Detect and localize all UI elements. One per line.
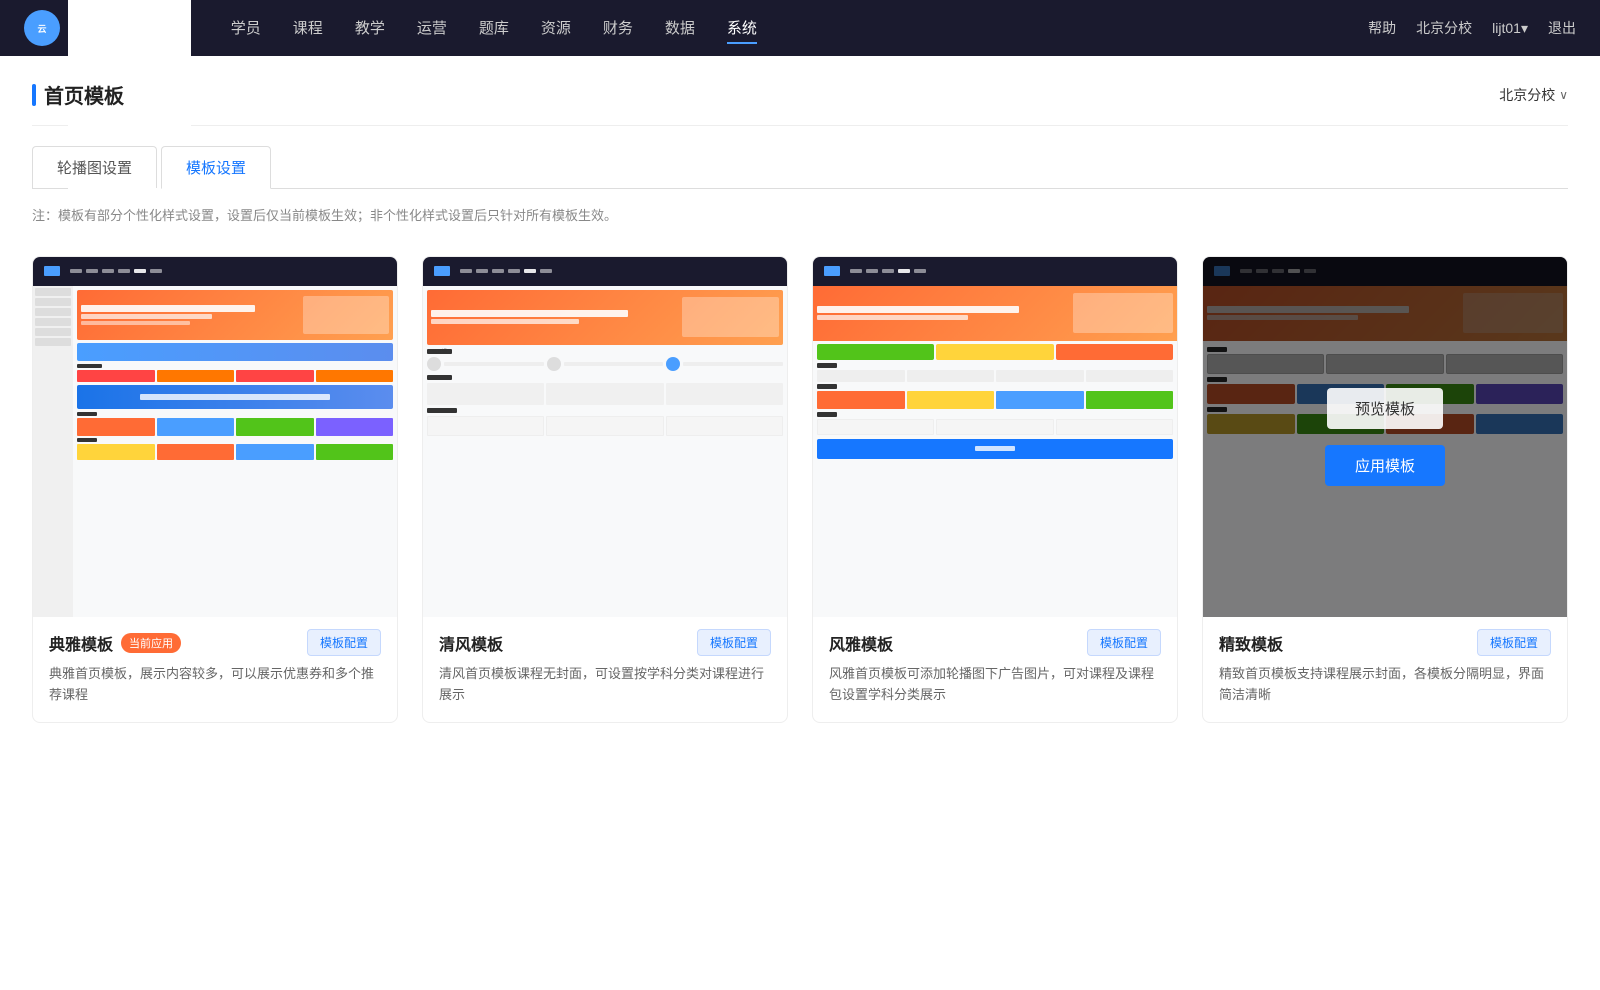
chevron-down-icon: ∨ bbox=[1559, 88, 1568, 102]
mock-nav bbox=[70, 269, 162, 273]
tab-carousel[interactable]: 轮播图设置 bbox=[32, 146, 157, 188]
mock-nav-3 bbox=[850, 269, 926, 273]
config-button-jingzhi[interactable]: 模板配置 bbox=[1477, 629, 1551, 656]
menu-student[interactable]: 学员 bbox=[231, 13, 261, 44]
template-card-jingzhi: 预览模板 应用模板 精致模板 模板配置 精致首页模板支持课程展示封面，各模板分隔… bbox=[1202, 256, 1568, 723]
card-footer-jingzhi: 精致模板 模板配置 精致首页模板支持课程展示封面，各模板分隔明显，界面简洁清晰 bbox=[1203, 617, 1567, 722]
card-desc-dianyu: 典雅首页模板，展示内容较多，可以展示优惠券和多个推荐课程 bbox=[49, 664, 381, 706]
menu-data[interactable]: 数据 bbox=[665, 13, 695, 44]
template-card-dianyu: 典雅模板 当前应用 模板配置 典雅首页模板，展示内容较多，可以展示优惠券和多个推… bbox=[32, 256, 398, 723]
tab-template[interactable]: 模板设置 bbox=[161, 146, 271, 189]
config-button-dianyu[interactable]: 模板配置 bbox=[307, 629, 381, 656]
logo-icon: 云 bbox=[24, 10, 60, 46]
branch-label: 北京分校 bbox=[1499, 85, 1555, 105]
menu-resource[interactable]: 资源 bbox=[541, 13, 571, 44]
preview-button[interactable]: 预览模板 bbox=[1327, 388, 1443, 429]
svg-text:云: 云 bbox=[37, 24, 46, 34]
branch-name[interactable]: 北京分校 bbox=[1416, 18, 1472, 38]
current-badge: 当前应用 bbox=[121, 633, 181, 653]
user-name[interactable]: lijt01▾ bbox=[1492, 20, 1528, 37]
card-footer-qingfeng: 清风模板 模板配置 清风首页模板课程无封面，可设置按学科分类对课程进行展示 bbox=[423, 617, 787, 722]
template-preview-fengya[interactable] bbox=[813, 257, 1177, 617]
template-preview-qingfeng[interactable]: 公开课 bbox=[423, 257, 787, 617]
template-preview-jingzhi[interactable]: 预览模板 应用模板 bbox=[1203, 257, 1567, 617]
note-text: 注：模板有部分个性化样式设置，设置后仅当前模板生效；非个性化样式设置后只针对所有… bbox=[32, 189, 1568, 240]
card-title-row: 典雅模板 当前应用 模板配置 bbox=[49, 629, 381, 656]
title-bar-accent bbox=[32, 84, 36, 106]
menu-operation[interactable]: 运营 bbox=[417, 13, 447, 44]
card-footer-fengya: 风雅模板 模板配置 风雅首页模板可添加轮播图下广告图片，可对课程及课程包设置学科… bbox=[813, 617, 1177, 722]
template-grid: 典雅模板 当前应用 模板配置 典雅首页模板，展示内容较多，可以展示优惠券和多个推… bbox=[32, 256, 1568, 723]
menu-teaching[interactable]: 教学 bbox=[355, 13, 385, 44]
help-link[interactable]: 帮助 bbox=[1368, 18, 1396, 38]
page-title: 首页模板 bbox=[44, 80, 124, 109]
mock-nav-2 bbox=[460, 269, 552, 273]
branch-selector[interactable]: 北京分校 ∨ bbox=[1499, 85, 1568, 105]
card-title-row-4: 精致模板 模板配置 bbox=[1219, 629, 1551, 656]
menu-system[interactable]: 系统 bbox=[727, 13, 757, 44]
card-title-3: 风雅模板 bbox=[829, 631, 893, 655]
page-title-wrap: 首页模板 bbox=[32, 80, 124, 109]
card-title-4: 精致模板 bbox=[1219, 631, 1283, 655]
mock-logo-3 bbox=[824, 266, 840, 276]
card-desc-fengya: 风雅首页模板可添加轮播图下广告图片，可对课程及课程包设置学科分类展示 bbox=[829, 664, 1161, 706]
menu-question[interactable]: 题库 bbox=[479, 13, 509, 44]
menu-course[interactable]: 课程 bbox=[293, 13, 323, 44]
apply-button[interactable]: 应用模板 bbox=[1325, 445, 1445, 486]
card-title-2: 清风模板 bbox=[439, 631, 503, 655]
menu-finance[interactable]: 财务 bbox=[603, 13, 633, 44]
main-content: 首页模板 北京分校 ∨ 轮播图设置 模板设置 注：模板有部分个性化样式设置，设置… bbox=[0, 56, 1600, 990]
config-button-qingfeng[interactable]: 模板配置 bbox=[697, 629, 771, 656]
template-overlay: 预览模板 应用模板 bbox=[1203, 257, 1567, 617]
template-card-qingfeng: 公开课 bbox=[422, 256, 788, 723]
mock-logo bbox=[44, 266, 60, 276]
card-footer-dianyu: 典雅模板 当前应用 模板配置 典雅首页模板，展示内容较多，可以展示优惠券和多个推… bbox=[33, 617, 397, 722]
page-header: 首页模板 北京分校 ∨ bbox=[32, 56, 1568, 126]
top-navigation: 云 云朵设堂 教育机构一站 式服务云平台 学员 课程 教学 运营 题库 资源 财… bbox=[0, 0, 1600, 56]
card-title-row-2: 清风模板 模板配置 bbox=[439, 629, 771, 656]
card-title: 典雅模板 bbox=[49, 631, 113, 655]
nav-right: 帮助 北京分校 lijt01▾ 退出 bbox=[1368, 18, 1576, 38]
template-card-fengya: 风雅模板 模板配置 风雅首页模板可添加轮播图下广告图片，可对课程及课程包设置学科… bbox=[812, 256, 1178, 723]
template-preview-dianyu[interactable] bbox=[33, 257, 397, 617]
card-desc-jingzhi: 精致首页模板支持课程展示封面，各模板分隔明显，界面简洁清晰 bbox=[1219, 664, 1551, 706]
mock-logo-2 bbox=[434, 266, 450, 276]
card-desc-qingfeng: 清风首页模板课程无封面，可设置按学科分类对课程进行展示 bbox=[439, 664, 771, 706]
card-title-row-3: 风雅模板 模板配置 bbox=[829, 629, 1161, 656]
config-button-fengya[interactable]: 模板配置 bbox=[1087, 629, 1161, 656]
logout-link[interactable]: 退出 bbox=[1548, 18, 1576, 38]
tab-bar: 轮播图设置 模板设置 bbox=[32, 146, 1568, 189]
main-menu: 学员 课程 教学 运营 题库 资源 财务 数据 系统 bbox=[231, 13, 1368, 44]
